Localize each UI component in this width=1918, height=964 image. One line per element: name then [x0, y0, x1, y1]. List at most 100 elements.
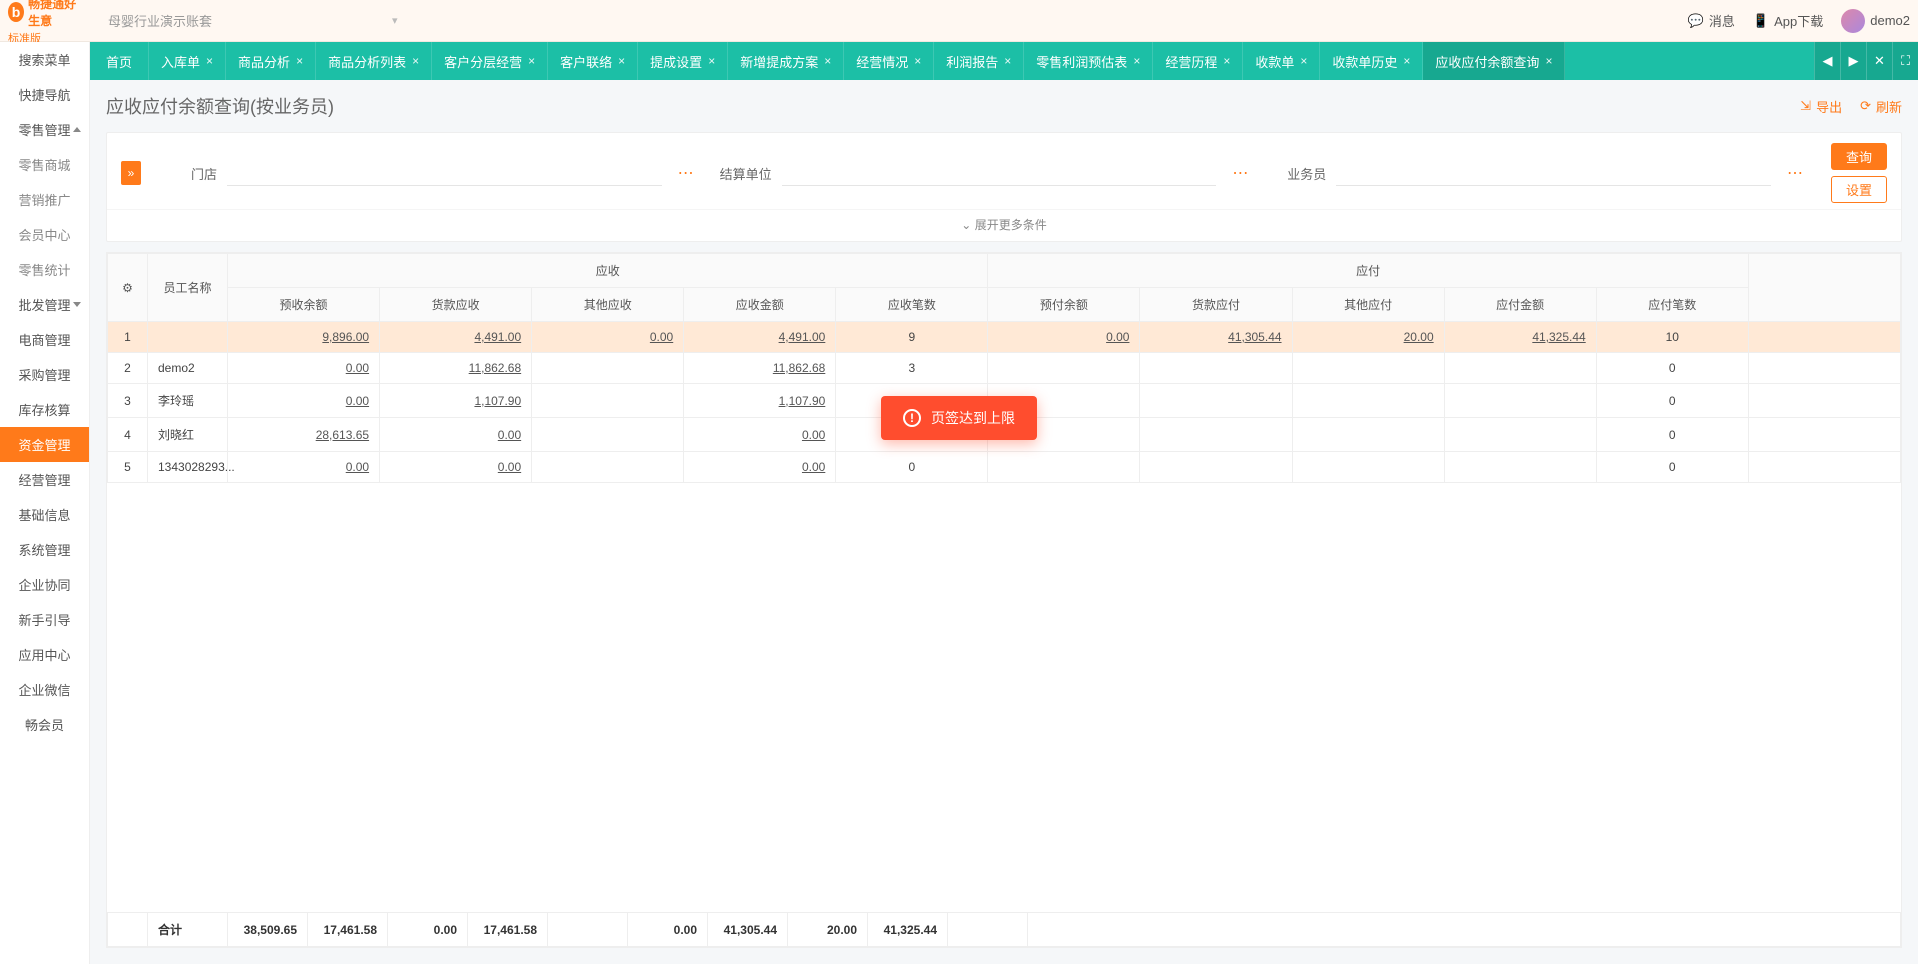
tab-5[interactable]: 提成设置×	[638, 42, 728, 80]
cell-link[interactable]: 41,325.44	[1532, 330, 1585, 344]
cell-link[interactable]: 9,896.00	[322, 330, 369, 344]
close-icon[interactable]: ×	[206, 54, 213, 68]
cell-link[interactable]: 11,862.68	[773, 361, 826, 375]
sidebar-item-5[interactable]: 会员中心	[0, 217, 89, 252]
tab-0[interactable]: 入库单×	[149, 42, 226, 80]
cell-link[interactable]: 28,613.65	[316, 428, 369, 442]
close-icon[interactable]: ×	[1133, 54, 1140, 68]
filter-settle-picker[interactable]: ⋯	[1226, 163, 1256, 183]
close-icon[interactable]: ×	[824, 54, 831, 68]
cell-link[interactable]: 11,862.68	[469, 361, 522, 375]
fullscreen-toggle[interactable]: ⛶	[1892, 42, 1918, 80]
sidebar-item-2[interactable]: 零售管理	[0, 112, 89, 147]
query-button[interactable]: 查询	[1831, 143, 1887, 170]
table-row[interactable]: 2demo20.0011,862.6811,862.6830	[108, 353, 1901, 384]
cell-link[interactable]: 0.00	[1106, 330, 1129, 344]
close-icon[interactable]: ×	[1300, 54, 1307, 68]
sidebar-item-0[interactable]: 搜索菜单	[0, 42, 89, 77]
filter-settle-input[interactable]	[782, 160, 1217, 186]
cell-link[interactable]: 0.00	[802, 428, 825, 442]
cell-link[interactable]: 41,305.44	[1228, 330, 1281, 344]
tab-9[interactable]: 零售利润预估表×	[1024, 42, 1153, 80]
tab-7[interactable]: 经营情况×	[844, 42, 934, 80]
cell-link[interactable]: 1,107.90	[779, 394, 826, 408]
tab-1[interactable]: 商品分析×	[226, 42, 316, 80]
tab-home[interactable]: 首页	[90, 42, 149, 80]
close-icon[interactable]: ×	[412, 54, 419, 68]
expand-filters[interactable]: ⌄ 展开更多条件	[107, 209, 1901, 241]
tab-6[interactable]: 新增提成方案×	[728, 42, 844, 80]
sidebar-item-11[interactable]: 资金管理	[0, 427, 89, 462]
sidebar-item-3[interactable]: 零售商城	[0, 147, 89, 182]
cell: 0.00	[684, 418, 836, 452]
close-icon[interactable]: ×	[708, 54, 715, 68]
tab-11[interactable]: 收款单×	[1243, 42, 1320, 80]
sidebar-item-16[interactable]: 新手引导	[0, 602, 89, 637]
filter-sales-picker[interactable]: ⋯	[1781, 163, 1811, 183]
cell-link[interactable]: 0.00	[346, 460, 369, 474]
tab-close-all[interactable]: ✕	[1866, 42, 1892, 80]
app-download-button[interactable]: 📱 App下载	[1753, 11, 1823, 30]
tab-scroll-left[interactable]: ◀	[1814, 42, 1840, 80]
close-icon[interactable]: ×	[1223, 54, 1230, 68]
messages-button[interactable]: 💬 消息	[1688, 11, 1735, 30]
cell-link[interactable]: 0.00	[650, 330, 673, 344]
tab-10[interactable]: 经营历程×	[1153, 42, 1243, 80]
close-icon[interactable]: ×	[1004, 54, 1011, 68]
sidebar-item-1[interactable]: 快捷导航	[0, 77, 89, 112]
filter-collapse-toggle[interactable]: »	[121, 161, 141, 185]
sidebar-item-17[interactable]: 应用中心	[0, 637, 89, 672]
cell-link[interactable]: 4,491.00	[779, 330, 826, 344]
cell-link[interactable]: 0.00	[346, 361, 369, 375]
tab-scroll-right[interactable]: ▶	[1840, 42, 1866, 80]
filter-store-picker[interactable]: ⋯	[672, 163, 702, 183]
footer-cell	[948, 913, 1028, 947]
cell-link[interactable]: 0.00	[498, 460, 521, 474]
filter-store-input[interactable]	[227, 160, 662, 186]
cell	[988, 452, 1140, 483]
close-icon[interactable]: ×	[296, 54, 303, 68]
sidebar-item-8[interactable]: 电商管理	[0, 322, 89, 357]
tab-13[interactable]: 应收应付余额查询×	[1423, 42, 1565, 80]
footer-cell: 41,305.44	[708, 913, 788, 947]
close-icon[interactable]: ×	[1403, 54, 1410, 68]
cell-link[interactable]: 20.00	[1404, 330, 1434, 344]
table-row[interactable]: 51343028293...0.000.000.0000	[108, 452, 1901, 483]
sidebar-item-19[interactable]: 畅会员	[0, 707, 89, 742]
tab-2[interactable]: 商品分析列表×	[316, 42, 432, 80]
sidebar-item-15[interactable]: 企业协同	[0, 567, 89, 602]
sidebar-item-14[interactable]: 系统管理	[0, 532, 89, 567]
gear-column[interactable]: ⚙	[108, 254, 148, 322]
table-row[interactable]: 19,896.004,491.000.004,491.0090.0041,305…	[108, 322, 1901, 353]
sidebar-item-6[interactable]: 零售统计	[0, 252, 89, 287]
cell-link[interactable]: 4,491.00	[474, 330, 521, 344]
user-menu[interactable]: demo2	[1841, 9, 1910, 33]
close-icon[interactable]: ×	[914, 54, 921, 68]
sidebar-item-13[interactable]: 基础信息	[0, 497, 89, 532]
sidebar-item-7[interactable]: 批发管理	[0, 287, 89, 322]
cell: 3	[836, 353, 988, 384]
sidebar-item-12[interactable]: 经营管理	[0, 462, 89, 497]
cell-link[interactable]: 0.00	[802, 460, 825, 474]
cell	[1140, 384, 1292, 418]
settings-button[interactable]: 设置	[1831, 176, 1887, 203]
export-button[interactable]: ⇲ 导出	[1800, 97, 1842, 116]
cell-link[interactable]: 1,107.90	[474, 394, 521, 408]
cell-link[interactable]: 0.00	[498, 428, 521, 442]
tab-8[interactable]: 利润报告×	[934, 42, 1024, 80]
sidebar-item-9[interactable]: 采购管理	[0, 357, 89, 392]
account-selector[interactable]: 母婴行业演示账套 ▾	[108, 11, 398, 30]
sidebar-item-4[interactable]: 营销推广	[0, 182, 89, 217]
cell-link[interactable]: 0.00	[346, 394, 369, 408]
close-icon[interactable]: ×	[1545, 54, 1552, 68]
sidebar-item-10[interactable]: 库存核算	[0, 392, 89, 427]
tab-3[interactable]: 客户分层经营×	[432, 42, 548, 80]
refresh-button[interactable]: ⟳ 刷新	[1860, 97, 1902, 116]
close-icon[interactable]: ×	[528, 54, 535, 68]
tab-12[interactable]: 收款单历史×	[1320, 42, 1423, 80]
filter-sales-input[interactable]	[1336, 160, 1771, 186]
tab-4[interactable]: 客户联络×	[548, 42, 638, 80]
sidebar-item-18[interactable]: 企业微信	[0, 672, 89, 707]
col-sub-3: 应收金额	[684, 288, 836, 322]
close-icon[interactable]: ×	[618, 54, 625, 68]
